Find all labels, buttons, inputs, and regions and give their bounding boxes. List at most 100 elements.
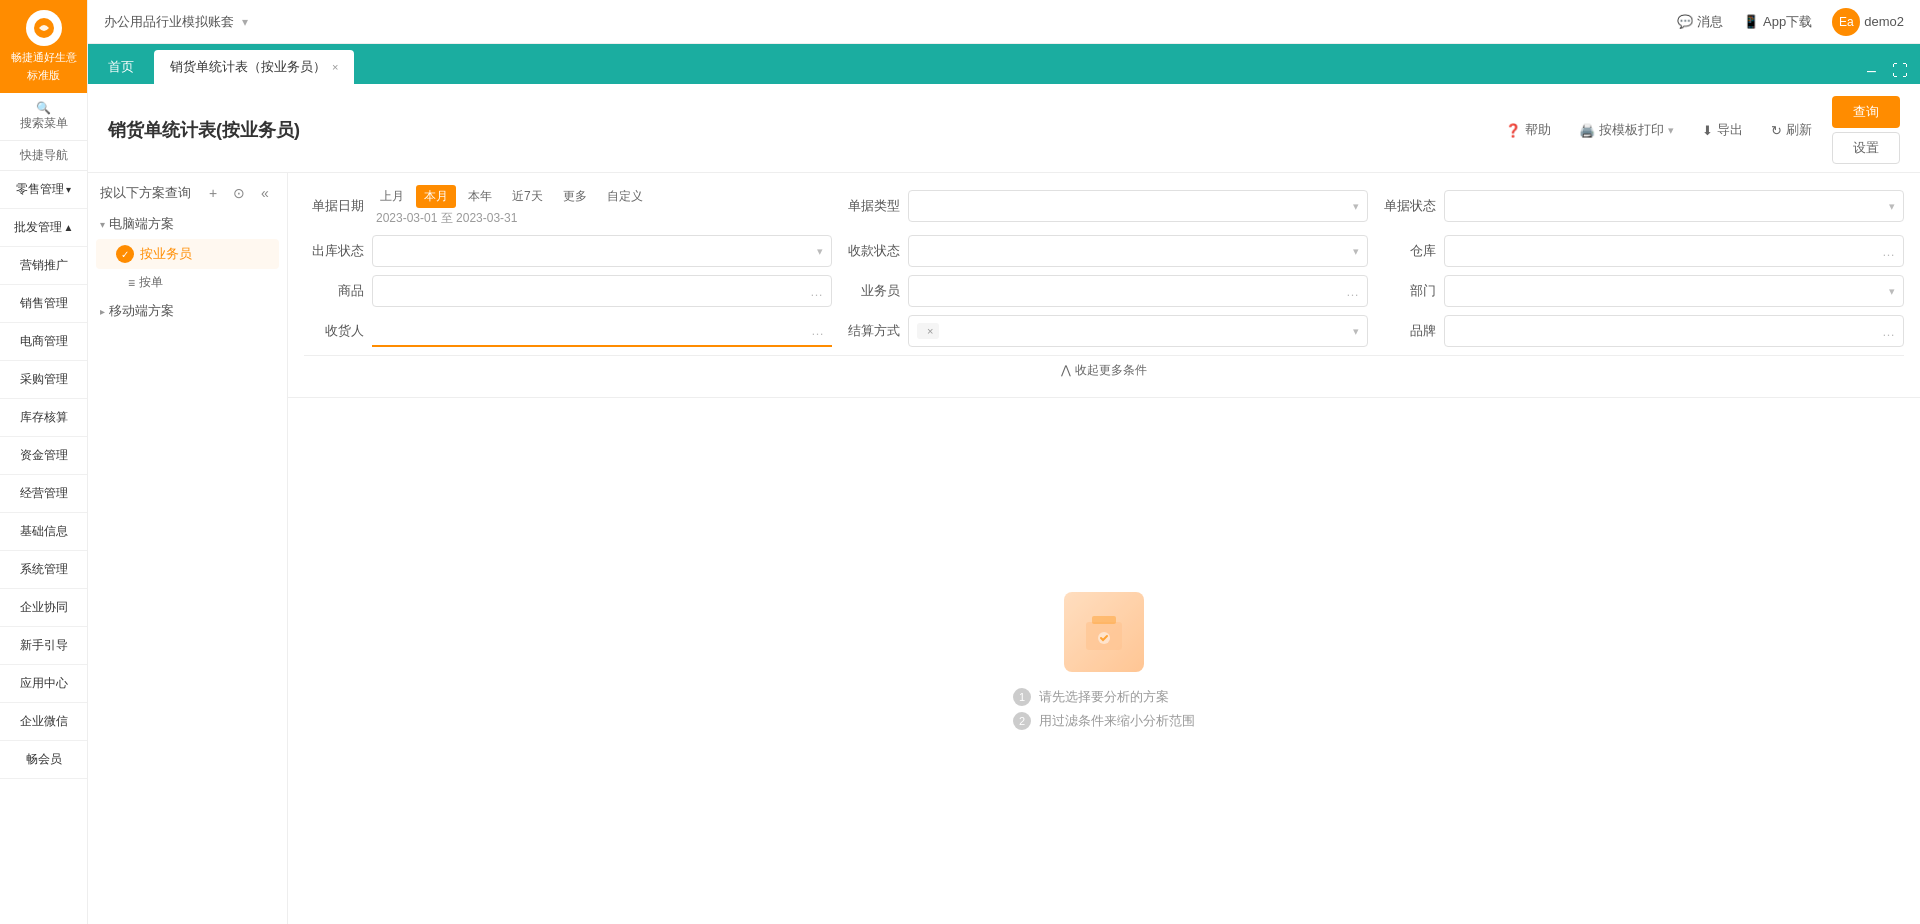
date-tab-thismonth[interactable]: 本月 (416, 185, 456, 208)
sidebar-item-sales[interactable]: 销售管理 (0, 285, 87, 323)
sidebar-quick-nav[interactable]: 快捷导航 (0, 141, 87, 171)
date-tab-custom[interactable]: 自定义 (599, 185, 651, 208)
mobile-scheme-arrow: ▸ (100, 306, 105, 317)
print-arrow: ▾ (1668, 124, 1674, 137)
docstatus-field[interactable]: ▾ (1444, 190, 1904, 222)
topbar-msg[interactable]: 💬 消息 (1677, 13, 1723, 31)
brand-label: 品牌 (1376, 322, 1436, 340)
consignee-field[interactable]: … (372, 315, 832, 347)
warehouse-field[interactable]: … (1444, 235, 1904, 267)
tabbar: 首页 销货单统计表（按业务员） × – ⛶ (88, 44, 1920, 84)
tab-close-icon[interactable]: × (332, 61, 338, 73)
topbar-app-download[interactable]: 📱 App下载 (1743, 13, 1812, 31)
sidebar-item-marketing[interactable]: 营销推广 (0, 247, 87, 285)
tab-maximize-btn[interactable]: ⛶ (1888, 58, 1912, 84)
warehouse-label: 仓库 (1376, 242, 1436, 260)
purchase-label: 采购管理 (20, 371, 68, 388)
tab-home[interactable]: 首页 (92, 50, 150, 84)
sidebar-logo[interactable]: 畅捷通好生意 标准版 (0, 0, 88, 93)
sidebar-item-enterprise[interactable]: 企业协同 (0, 589, 87, 627)
mobile-scheme-toggle[interactable]: ▸ 移动端方案 (96, 296, 279, 326)
page-title: 销货单统计表(按业务员) (108, 118, 300, 142)
sidebar-item-wechat[interactable]: 企业微信 (0, 703, 87, 741)
collapse-panel-btn[interactable]: « (255, 183, 275, 203)
collectstatus-field[interactable]: ▾ (908, 235, 1368, 267)
system-label: 系统管理 (20, 561, 68, 578)
sales-label: 销售管理 (20, 295, 68, 312)
msg-label: 消息 (1697, 13, 1723, 31)
docstatus-arrow: ▾ (1889, 200, 1895, 213)
dept-field[interactable]: ▾ (1444, 275, 1904, 307)
refresh-btn[interactable]: ↻ 刷新 (1763, 117, 1820, 143)
tab-minimize-btn[interactable]: – (1863, 58, 1880, 84)
sub-scheme-icon: ≡ (128, 276, 135, 290)
topbar-dropdown-label[interactable]: 办公用品行业模拟账套 (104, 13, 234, 31)
print-btn[interactable]: 🖨️ 按模板打印 ▾ (1571, 117, 1682, 143)
salesman-field[interactable]: … (908, 275, 1368, 307)
retail-label: 零售管理 (16, 181, 64, 198)
apps-label: 应用中心 (20, 675, 68, 692)
date-tab-more[interactable]: 更多 (555, 185, 595, 208)
topbar-dropdown-arrow[interactable]: ▾ (242, 15, 248, 29)
filter-salesman-item: 业务员 … (840, 275, 1368, 307)
sidebar-item-basic[interactable]: 基础信息 (0, 513, 87, 551)
sidebar-item-purchase[interactable]: 采购管理 (0, 361, 87, 399)
settings-button[interactable]: 设置 (1832, 132, 1900, 164)
settle-field[interactable]: × ▾ (908, 315, 1368, 347)
filter-area: 单据日期 上月 本月 本年 近7天 更多 自定义 20 (288, 173, 1920, 398)
help-icon: ❓ (1505, 123, 1521, 138)
sidebar-item-operations[interactable]: 经营管理 (0, 475, 87, 513)
sidebar-item-apps[interactable]: 应用中心 (0, 665, 87, 703)
empty-box-icon (1064, 592, 1144, 672)
topbar-user[interactable]: Ea demo2 (1832, 8, 1904, 36)
salesman-dots: … (1346, 284, 1359, 299)
consignee-label: 收货人 (304, 322, 364, 340)
filter-outstatus-item: 出库状态 ▾ (304, 235, 832, 267)
scheme-settings-btn[interactable]: ⊙ (229, 183, 249, 203)
query-settings-btns: 查询 设置 (1832, 96, 1900, 164)
settle-tag-remove[interactable]: × (927, 325, 933, 337)
left-panel-header: 按以下方案查询 + ⊙ « (88, 173, 287, 209)
wholesale-label: 批发管理 (14, 219, 62, 236)
dept-label: 部门 (1376, 282, 1436, 300)
collapse-btn[interactable]: ⋀ 收起更多条件 (304, 355, 1904, 385)
add-scheme-btn[interactable]: + (203, 183, 223, 203)
brand-field[interactable]: … (1444, 315, 1904, 347)
sidebar-item-system[interactable]: 系统管理 (0, 551, 87, 589)
tab-sales-stats-label: 销货单统计表（按业务员） (170, 58, 326, 76)
doctype-field[interactable]: ▾ (908, 190, 1368, 222)
marketing-label: 营销推广 (20, 257, 68, 274)
sidebar-item-wholesale[interactable]: 批发管理 ▲ (0, 209, 87, 247)
query-button[interactable]: 查询 (1832, 96, 1900, 128)
scheme-item-salesman[interactable]: ✓ 按业务员 (96, 239, 279, 269)
desktop-scheme-toggle[interactable]: ▾ 电脑端方案 (96, 209, 279, 239)
export-btn[interactable]: ⬇ 导出 (1694, 117, 1751, 143)
date-tab-lastmonth[interactable]: 上月 (372, 185, 412, 208)
sidebar-item-newguide[interactable]: 新手引导 (0, 627, 87, 665)
tab-sales-stats[interactable]: 销货单统计表（按业务员） × (154, 50, 354, 84)
sub-scheme-item-order[interactable]: ≡ 按单 (96, 269, 279, 296)
doctype-label: 单据类型 (840, 197, 900, 215)
help-btn[interactable]: ❓ 帮助 (1497, 117, 1559, 143)
left-panel: 按以下方案查询 + ⊙ « ▾ 电脑端方案 ✓ 按业务员 (88, 173, 288, 924)
finance-label: 资金管理 (20, 447, 68, 464)
desktop-scheme-arrow: ▾ (100, 219, 105, 230)
sidebar-item-inventory[interactable]: 库存核算 (0, 399, 87, 437)
outstatus-field[interactable]: ▾ (372, 235, 832, 267)
filter-consignee-item: 收货人 … (304, 315, 832, 347)
desktop-scheme-label: 电脑端方案 (109, 215, 174, 233)
sidebar-search[interactable]: 🔍 搜索菜单 (0, 93, 87, 141)
goods-field[interactable]: … (372, 275, 832, 307)
date-tab-7days[interactable]: 近7天 (504, 185, 551, 208)
warehouse-dots: … (1882, 244, 1895, 259)
basic-label: 基础信息 (20, 523, 68, 540)
consignee-dots: … (811, 323, 824, 338)
settle-arrow: ▾ (1353, 325, 1359, 338)
date-tab-thisyear[interactable]: 本年 (460, 185, 500, 208)
sidebar-item-member[interactable]: 畅会员 (0, 741, 87, 779)
sidebar-item-ecom[interactable]: 电商管理 (0, 323, 87, 361)
sidebar-item-finance[interactable]: 资金管理 (0, 437, 87, 475)
date-range-text: 2023-03-01 至 2023-03-31 (372, 210, 832, 227)
sidebar-item-retail[interactable]: 零售管理 ▾ (0, 171, 87, 209)
svg-rect-2 (1092, 616, 1116, 624)
